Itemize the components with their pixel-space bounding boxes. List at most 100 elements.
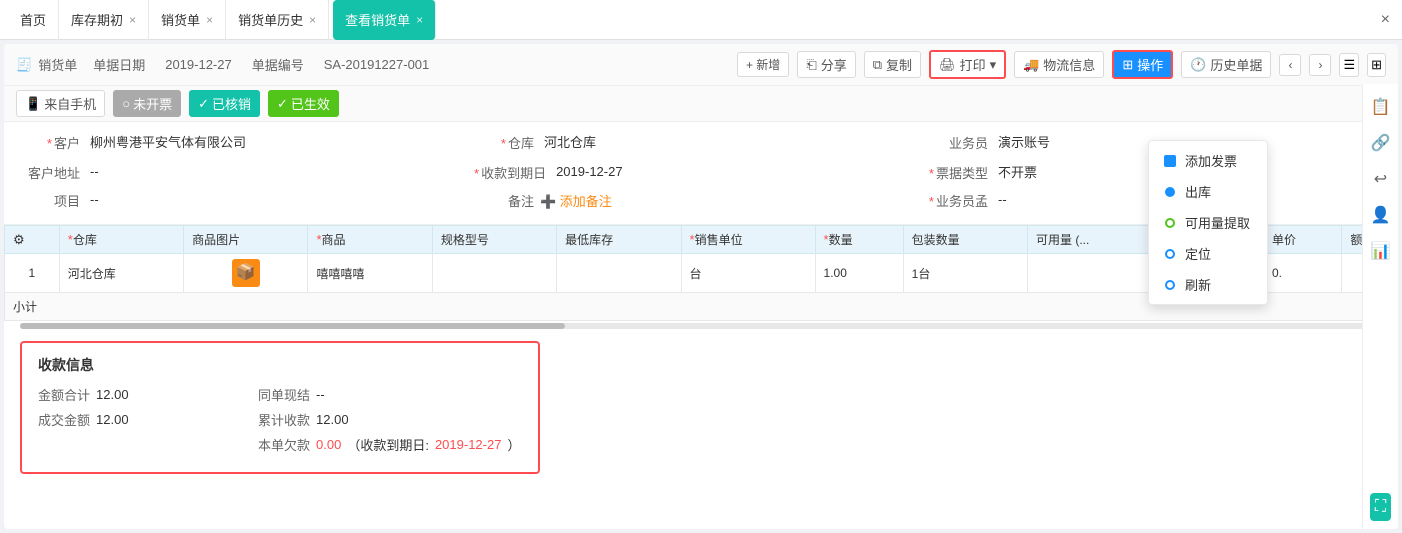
tab-sales-history-close[interactable]: ×: [309, 13, 316, 27]
receipt-title: 收款信息: [38, 355, 522, 375]
customer-value: 柳州粤港平安气体有限公司: [86, 130, 250, 154]
circle-outline-green-icon: [1165, 218, 1175, 228]
from-phone-button[interactable]: 📱 来自手机: [16, 90, 105, 117]
grid-view-button[interactable]: ⊞: [1367, 53, 1386, 77]
col-settings[interactable]: ⚙: [5, 226, 60, 254]
warehouse-label: 仓库: [474, 133, 534, 152]
not-open-button[interactable]: ○ 未开票: [113, 90, 181, 117]
share-button[interactable]: ⎗ 分享: [797, 51, 855, 78]
address-field-group: 客户地址 --: [20, 162, 474, 182]
not-open-label: 未开票: [133, 94, 172, 113]
effective-label: 已生效: [291, 94, 330, 113]
sidebar-user-icon[interactable]: 👤: [1366, 200, 1396, 230]
scrollbar-thumb[interactable]: [20, 323, 565, 329]
operate-button[interactable]: ⊞ 操作: [1112, 50, 1173, 79]
row-seq: 1: [5, 254, 60, 293]
address-label: 客户地址: [20, 163, 80, 182]
address-value: --: [86, 162, 206, 182]
col-pack-qty: 包装数量: [903, 226, 1027, 254]
copy-button[interactable]: ⧉ 复制: [864, 51, 921, 78]
operate-label: 操作: [1137, 55, 1163, 74]
doc-title-group: 🧾 销货单: [16, 55, 77, 74]
payment-date-field-group: 收款到期日 2019-12-27: [474, 162, 928, 182]
tab-sales-close[interactable]: ×: [206, 13, 213, 27]
doc-actions: + 新增 ⎗ 分享 ⧉ 复制 🖨 打印 ▾ 🚚 物流信息 ⊞ 操作: [737, 50, 1386, 79]
col-unit-price: 单价: [1263, 226, 1341, 254]
dropdown-refresh[interactable]: 刷新: [1149, 269, 1267, 300]
share-icon: ⎗: [806, 57, 816, 73]
tab-view-sales[interactable]: 查看销货单 ×: [333, 0, 436, 40]
staff-label: 业务员: [928, 133, 988, 152]
effective-icon: ✓: [277, 96, 288, 112]
copy-label: 复制: [886, 55, 912, 74]
tab-sales[interactable]: 销货单 ×: [149, 0, 226, 40]
tab-home[interactable]: 首页: [8, 0, 59, 40]
sidebar-return-icon[interactable]: ↩: [1369, 164, 1392, 194]
close-all-button[interactable]: ×: [1381, 11, 1390, 29]
tab-home-label: 首页: [20, 10, 46, 29]
tab-inventory-close[interactable]: ×: [129, 13, 136, 27]
dropdown-add-invoice[interactable]: 添加发票: [1149, 145, 1267, 176]
bill-type-label: 票据类型: [928, 163, 988, 182]
prev-button[interactable]: ‹: [1279, 54, 1301, 76]
share-label: 分享: [821, 55, 847, 74]
locate-label: 定位: [1185, 244, 1211, 263]
payment-date-value: 2019-12-27: [552, 162, 672, 182]
total-value: 12.00: [96, 387, 129, 402]
sidebar-chart-icon[interactable]: 📊: [1366, 236, 1396, 266]
history-button[interactable]: 🕐 历史单据: [1181, 51, 1271, 78]
next-button[interactable]: ›: [1309, 54, 1331, 76]
print-button[interactable]: 🖨 打印 ▾: [929, 50, 1006, 79]
deal-amount-item: 成交金额 12.00: [38, 410, 218, 429]
circle-icon: [1165, 187, 1175, 197]
col-min-stock: 最低库存: [557, 226, 681, 254]
add-note-button[interactable]: ➕ 添加备注: [540, 191, 612, 210]
tab-inventory[interactable]: 库存期初 ×: [59, 0, 149, 40]
dropdown-locate[interactable]: 定位: [1149, 238, 1267, 269]
main-content: 🧾 销货单 单据日期 2019-12-27 单据编号 SA-20191227-0…: [4, 44, 1398, 529]
note-label: 备注: [474, 191, 534, 210]
receipt-box: 收款信息 金额合计 12.00 同单现结 -- 成交金额 12.00 累计收款: [20, 341, 540, 474]
current-due-value: 0.00: [316, 437, 341, 452]
sidebar-expand-icon[interactable]: ⛶: [1370, 493, 1391, 521]
date-label: 单据日期: [93, 55, 145, 74]
total-label: 金额合计: [38, 385, 90, 404]
scrollbar[interactable]: [20, 323, 1382, 329]
sidebar-doc-icon[interactable]: 📋: [1366, 92, 1396, 122]
col-product: *商品: [308, 226, 432, 254]
list-view-button[interactable]: ☰: [1339, 53, 1359, 77]
new-button[interactable]: + 新增: [737, 52, 789, 77]
doc-header: 🧾 销货单 单据日期 2019-12-27 单据编号 SA-20191227-0…: [4, 44, 1398, 86]
phone-icon: 📱: [25, 96, 41, 112]
tab-view-sales-close[interactable]: ×: [416, 13, 423, 27]
accumulated-label: 累计收款: [258, 410, 310, 429]
biz-staff-label: 业务员孟: [928, 191, 988, 210]
col-available: 可用量 (...: [1028, 226, 1163, 254]
history-icon: 🕐: [1190, 57, 1206, 73]
truck-icon: 🚚: [1023, 57, 1039, 73]
dropdown-warehouse-out[interactable]: 出库: [1149, 176, 1267, 207]
square-icon: [1164, 155, 1176, 167]
add-invoice-label: 添加发票: [1185, 151, 1237, 170]
payment-date-label: 收款到期日: [474, 163, 546, 182]
date-value: 2019-12-27: [165, 57, 232, 72]
tab-view-sales-label: 查看销货单: [345, 10, 410, 29]
deal-label: 成交金额: [38, 410, 90, 429]
settings-icon[interactable]: ⚙: [13, 232, 25, 247]
dropdown-available-qty[interactable]: 可用量提取: [1149, 207, 1267, 238]
tab-sales-history-label: 销货单历史: [238, 10, 303, 29]
tab-sales-history[interactable]: 销货单历史 ×: [226, 0, 329, 40]
logistics-button[interactable]: 🚚 物流信息: [1014, 51, 1104, 78]
circle-outline-blue-icon: [1165, 249, 1175, 259]
current-due-label: 本单欠款: [258, 435, 310, 454]
sidebar-link-icon[interactable]: 🔗: [1366, 128, 1396, 158]
doc-icon: 🧾: [16, 57, 32, 73]
confirm-label: 已核销: [212, 94, 251, 113]
overdue-text: （收款到期日:: [347, 435, 429, 454]
effective-button[interactable]: ✓ 已生效: [268, 90, 339, 117]
row-unit: 台: [681, 254, 815, 293]
available-qty-icon: [1163, 216, 1177, 230]
confirm-button[interactable]: ✓ 已核销: [189, 90, 260, 117]
row-product: 嘻嘻嘻嘻: [308, 254, 432, 293]
staff-value: 演示账号: [994, 130, 1114, 154]
